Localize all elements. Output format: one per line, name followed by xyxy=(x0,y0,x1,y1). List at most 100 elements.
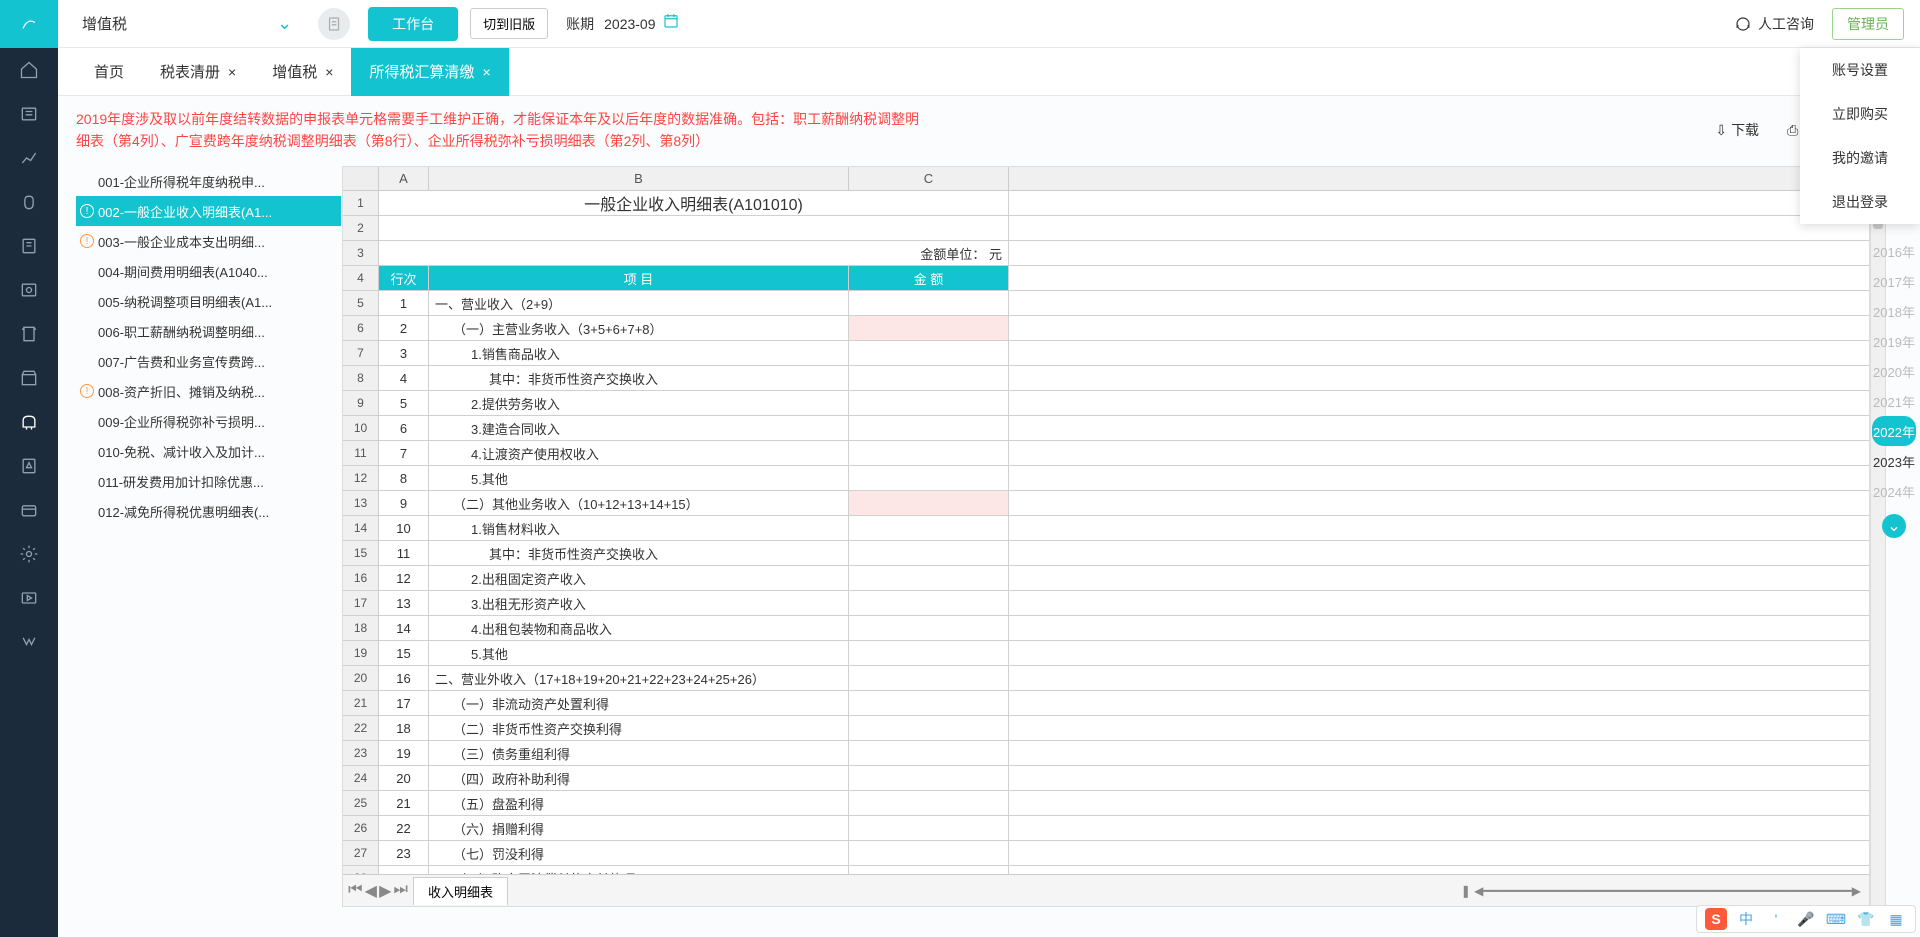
form-list-item[interactable]: 010-免税、减计收入及加计... xyxy=(76,436,341,466)
admin-menu-item[interactable]: 我的邀请 xyxy=(1800,136,1920,180)
amount-cell[interactable] xyxy=(849,641,1009,665)
seq-cell[interactable]: 11 xyxy=(379,541,429,565)
year-item[interactable]: 2019年 xyxy=(1872,326,1916,356)
seq-cell[interactable]: 19 xyxy=(379,741,429,765)
seq-cell[interactable]: 9 xyxy=(379,491,429,515)
nav-ledger[interactable] xyxy=(0,444,58,488)
row-number[interactable]: 10 xyxy=(343,416,379,440)
admin-menu-item[interactable]: 账号设置 xyxy=(1800,48,1920,92)
nav-funds[interactable] xyxy=(0,180,58,224)
ime-keyboard-icon[interactable]: ⌨ xyxy=(1825,908,1847,930)
seq-cell[interactable]: 20 xyxy=(379,766,429,790)
form-list-item[interactable]: 004-期间费用明细表(A1040... xyxy=(76,256,341,286)
seq-cell[interactable]: 18 xyxy=(379,716,429,740)
year-item[interactable]: 2018年 xyxy=(1872,296,1916,326)
form-list-item[interactable]: !003-一般企业成本支出明细... xyxy=(76,226,341,256)
workbench-button[interactable]: 工作台 xyxy=(368,7,458,41)
item-cell[interactable]: （二）其他业务收入（10+12+13+14+15） xyxy=(429,491,849,515)
seq-cell[interactable]: 2 xyxy=(379,316,429,340)
seq-cell[interactable]: 4 xyxy=(379,366,429,390)
ime-lang-icon[interactable]: 中 xyxy=(1735,908,1757,930)
nav-settings[interactable] xyxy=(0,532,58,576)
sheet-corner[interactable] xyxy=(343,167,379,190)
form-list-item[interactable]: 012-减免所得税优惠明细表(... xyxy=(76,496,341,526)
doc-button[interactable] xyxy=(318,8,350,40)
ime-skin-icon[interactable]: 👕 xyxy=(1855,908,1877,930)
amount-cell[interactable] xyxy=(849,291,1009,315)
tab[interactable]: 税表清册× xyxy=(142,48,254,96)
seq-cell[interactable]: 12 xyxy=(379,566,429,590)
item-cell[interactable]: （七）罚没利得 xyxy=(429,841,849,865)
item-cell[interactable]: 5.其他 xyxy=(429,466,849,490)
admin-button[interactable]: 管理员 xyxy=(1832,8,1904,40)
year-item[interactable]: 2024年 xyxy=(1872,476,1916,506)
row-number[interactable]: 4 xyxy=(343,266,379,290)
row-number[interactable]: 17 xyxy=(343,591,379,615)
amount-cell[interactable] xyxy=(849,441,1009,465)
row-number[interactable]: 12 xyxy=(343,466,379,490)
seq-cell[interactable]: 17 xyxy=(379,691,429,715)
amount-cell[interactable] xyxy=(849,616,1009,640)
nav-tax[interactable] xyxy=(0,400,58,444)
year-item[interactable]: 2022年 xyxy=(1872,416,1916,446)
seq-cell[interactable]: 22 xyxy=(379,816,429,840)
seq-cell[interactable]: 10 xyxy=(379,516,429,540)
year-item[interactable]: 2023年 xyxy=(1872,446,1916,476)
nav-video[interactable] xyxy=(0,576,58,620)
form-list-item[interactable]: !002-一般企业收入明细表(A1... xyxy=(76,196,341,226)
item-cell[interactable]: 其中：非货币性资产交换收入 xyxy=(429,366,849,390)
seq-cell[interactable]: 3 xyxy=(379,341,429,365)
nav-assets[interactable] xyxy=(0,312,58,356)
tab[interactable]: 所得税汇算清缴× xyxy=(351,48,508,96)
amount-cell[interactable] xyxy=(849,566,1009,590)
amount-cell[interactable] xyxy=(849,591,1009,615)
amount-cell[interactable] xyxy=(849,416,1009,440)
prev-sheet-icon[interactable]: ◀ xyxy=(365,881,377,901)
row-number[interactable]: 15 xyxy=(343,541,379,565)
nav-home[interactable] xyxy=(0,48,58,92)
amount-cell[interactable] xyxy=(849,541,1009,565)
horizontal-scrollbar[interactable]: ❚ ◀━━━━━━━━━━━━━━━━━━━━━━━━━━━━━━━━━━━━━… xyxy=(508,884,1869,898)
amount-cell[interactable] xyxy=(849,716,1009,740)
item-cell[interactable]: 3.建造合同收入 xyxy=(429,416,849,440)
form-list-item[interactable]: !008-资产折旧、摊销及纳税... xyxy=(76,376,341,406)
row-number[interactable]: 24 xyxy=(343,766,379,790)
seq-cell[interactable]: 7 xyxy=(379,441,429,465)
item-cell[interactable]: 5.其他 xyxy=(429,641,849,665)
row-number[interactable]: 23 xyxy=(343,741,379,765)
item-cell[interactable]: 4.让渡资产使用权收入 xyxy=(429,441,849,465)
nav-checkout[interactable] xyxy=(0,488,58,532)
row-number[interactable]: 27 xyxy=(343,841,379,865)
seq-cell[interactable]: 21 xyxy=(379,791,429,815)
row-number[interactable]: 1 xyxy=(343,191,379,215)
row-number[interactable]: 5 xyxy=(343,291,379,315)
amount-cell[interactable] xyxy=(849,691,1009,715)
amount-cell[interactable] xyxy=(849,866,1009,874)
item-cell[interactable]: （二）非货币性资产交换利得 xyxy=(429,716,849,740)
row-number[interactable]: 11 xyxy=(343,441,379,465)
seq-cell[interactable]: 23 xyxy=(379,841,429,865)
item-cell[interactable]: 3.出租无形资产收入 xyxy=(429,591,849,615)
seq-cell[interactable]: 15 xyxy=(379,641,429,665)
ime-punct-icon[interactable]: ' xyxy=(1765,908,1787,930)
item-cell[interactable]: 1.销售材料收入 xyxy=(429,516,849,540)
row-number[interactable]: 26 xyxy=(343,816,379,840)
download-button[interactable]: ⇩下载 xyxy=(1715,120,1759,140)
expand-years-icon[interactable]: ⌄ xyxy=(1882,514,1906,538)
admin-menu-item[interactable]: 立即购买 xyxy=(1800,92,1920,136)
amount-cell[interactable] xyxy=(849,516,1009,540)
row-number[interactable]: 9 xyxy=(343,391,379,415)
row-number[interactable]: 8 xyxy=(343,366,379,390)
row-number[interactable]: 6 xyxy=(343,316,379,340)
row-number[interactable]: 28 xyxy=(343,866,379,874)
nav-report[interactable] xyxy=(0,136,58,180)
amount-cell[interactable] xyxy=(849,466,1009,490)
next-sheet-icon[interactable]: ▶ xyxy=(379,881,391,901)
amount-cell[interactable] xyxy=(849,666,1009,690)
year-item[interactable]: 2016年 xyxy=(1872,236,1916,266)
row-number[interactable]: 16 xyxy=(343,566,379,590)
nav-voucher[interactable] xyxy=(0,92,58,136)
item-cell[interactable]: 2.出租固定资产收入 xyxy=(429,566,849,590)
item-cell[interactable]: （一）非流动资产处置利得 xyxy=(429,691,849,715)
row-number[interactable]: 19 xyxy=(343,641,379,665)
